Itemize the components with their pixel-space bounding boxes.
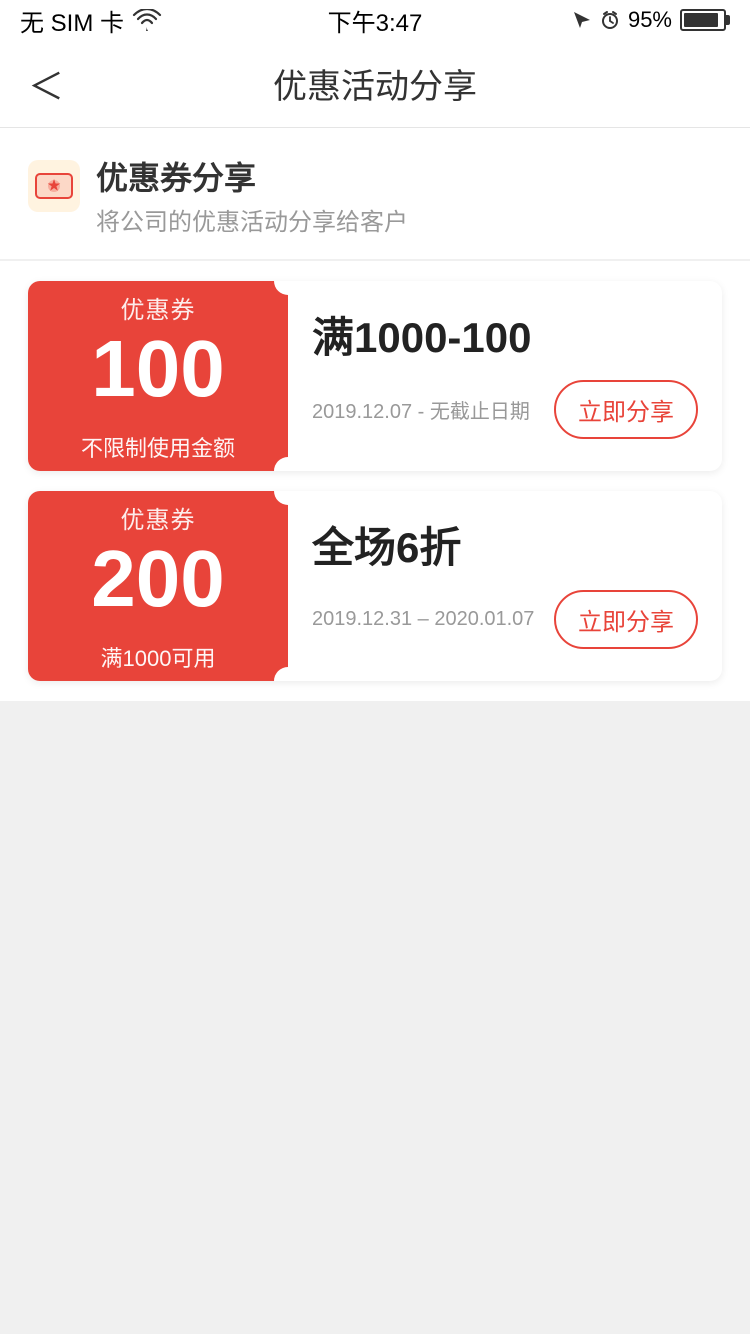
status-time: 下午3:47: [328, 3, 423, 38]
bottom-area: [0, 701, 750, 1221]
coupon-label-1: 优惠券: [121, 290, 196, 325]
coupon-date-1: 2019.12.07 - 无截止日期: [312, 395, 542, 424]
coupon-right-2: 全场6折 2019.12.31 – 2020.01.07 立即分享: [288, 491, 722, 681]
coupon-amount-1: 100: [91, 329, 224, 409]
section-header: ★ 优惠券分享 将公司的优惠活动分享给客户: [0, 128, 750, 259]
coupon-right-1: 满1000-100 2019.12.07 - 无截止日期 立即分享: [288, 281, 722, 471]
location-icon: [572, 10, 592, 30]
coupon-condition-1: 不限制使用金额: [81, 431, 235, 463]
coupon-left-2: 优惠券 200 满1000可用: [28, 491, 288, 681]
coupon-name-2: 全场6折: [312, 523, 698, 573]
section-title: 优惠券分享: [96, 158, 408, 200]
coupon-card-1: 优惠券 100 不限制使用金额 满1000-100 2019.12.07 - 无…: [28, 281, 722, 471]
coupon-card-2: 优惠券 200 满1000可用 全场6折 2019.12.31 – 2020.0…: [28, 491, 722, 681]
wifi-icon: [132, 9, 162, 31]
status-right: 95%: [572, 7, 730, 33]
page-title: 优惠活动分享: [273, 59, 477, 108]
coupon-amount-2: 200: [91, 539, 224, 619]
back-button[interactable]: ＜: [28, 58, 64, 110]
coupon-section-icon: ★: [28, 160, 80, 212]
battery-percent: 95%: [628, 7, 672, 33]
svg-text:★: ★: [48, 177, 61, 193]
coupon-list: 优惠券 100 不限制使用金额 满1000-100 2019.12.07 - 无…: [0, 261, 750, 701]
section-text: 优惠券分享 将公司的优惠活动分享给客户: [96, 158, 408, 239]
share-button-2[interactable]: 立即分享: [554, 590, 698, 649]
status-bar: 无 SIM 卡 下午3:47 95%: [0, 0, 750, 40]
alarm-icon: [600, 10, 620, 30]
section-subtitle: 将公司的优惠活动分享给客户: [96, 206, 408, 240]
nav-bar: ＜ 优惠活动分享: [0, 40, 750, 128]
coupon-bottom-row-1: 2019.12.07 - 无截止日期 立即分享: [312, 380, 698, 439]
coupon-name-1: 满1000-100: [312, 313, 698, 363]
coupon-label-2: 优惠券: [121, 500, 196, 535]
share-button-1[interactable]: 立即分享: [554, 380, 698, 439]
coupon-date-2: 2019.12.31 – 2020.01.07: [312, 608, 542, 631]
coupon-left-1: 优惠券 100 不限制使用金额: [28, 281, 288, 471]
coupon-condition-2: 满1000可用: [101, 641, 216, 673]
status-left: 无 SIM 卡: [20, 3, 162, 38]
coupon-bottom-row-2: 2019.12.31 – 2020.01.07 立即分享: [312, 590, 698, 649]
battery-icon: [680, 9, 730, 31]
carrier-text: 无 SIM 卡: [20, 3, 124, 38]
